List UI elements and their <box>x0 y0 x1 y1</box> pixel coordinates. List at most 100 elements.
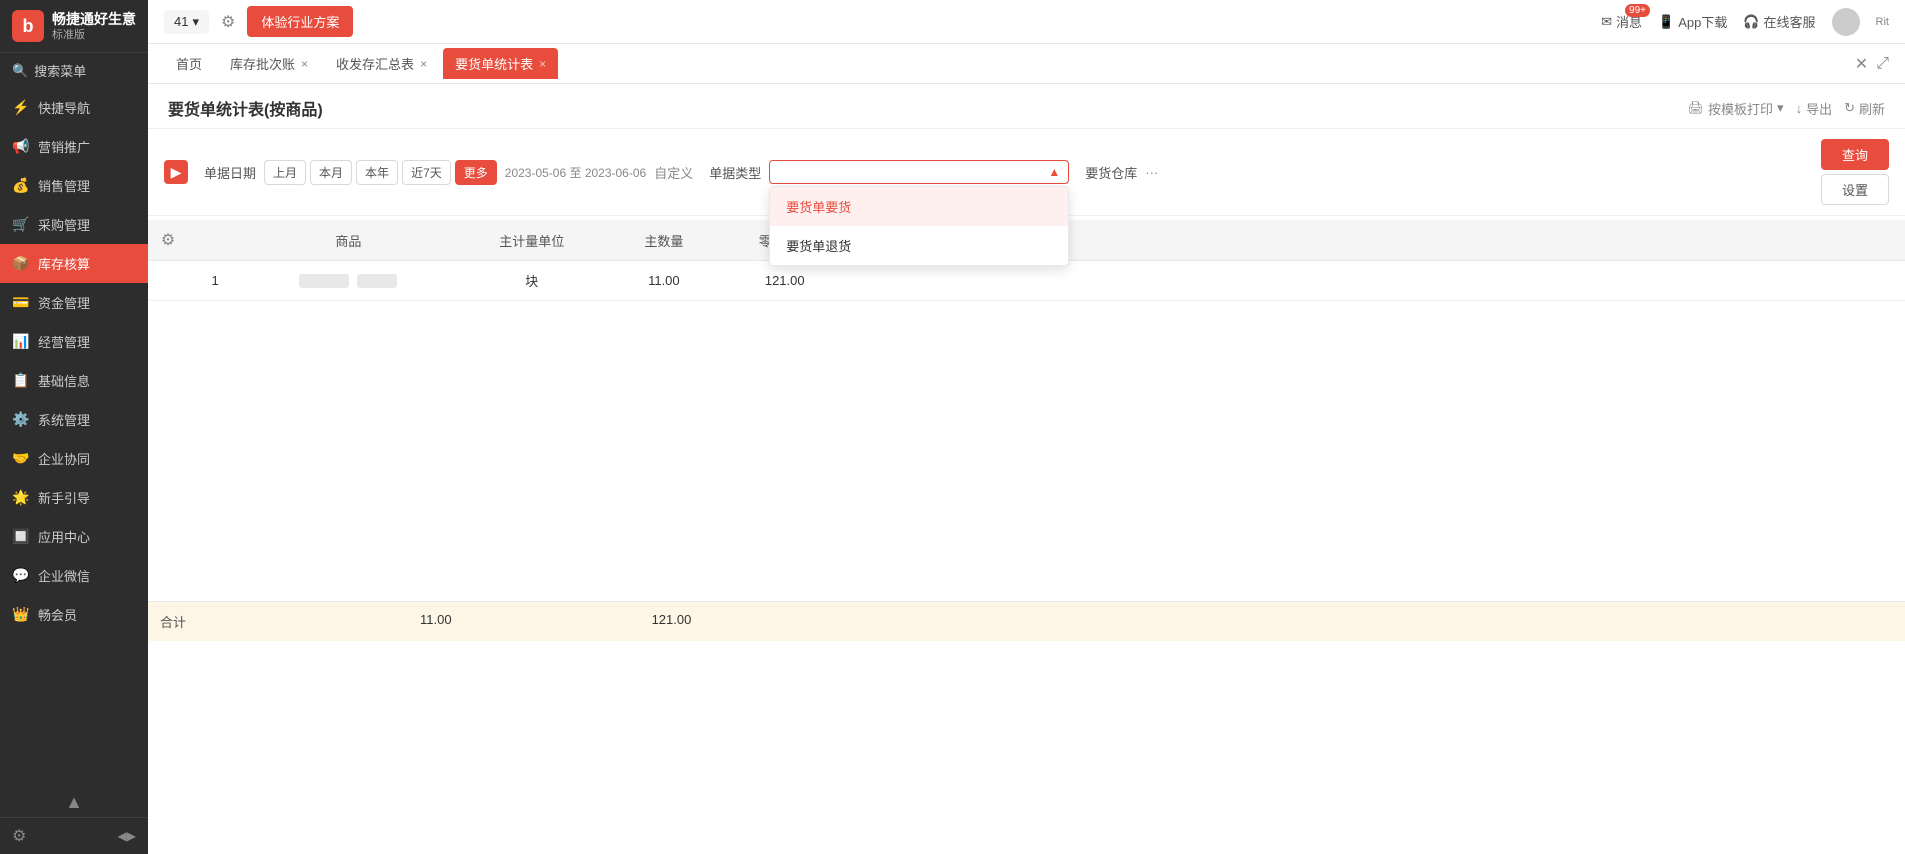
sidebar-item-apps[interactable]: 🔲 应用中心 <box>0 517 148 556</box>
col-quantity: 主数量 <box>609 220 719 261</box>
main-area: 41 ▾ ⚙ 体验行业方案 ✉ 消息 99+ 📱 App下载 🎧 在线客服 <box>148 0 1905 854</box>
type-dropdown[interactable]: ▲ <box>769 160 1069 184</box>
custom-date-label[interactable]: 自定义 <box>654 163 693 182</box>
query-button[interactable]: 查询 <box>1821 139 1889 170</box>
app-download-item[interactable]: 📱 App下载 <box>1658 12 1727 31</box>
sidebar-item-purchase[interactable]: 🛒 采购管理 <box>0 205 148 244</box>
print-chevron: ▾ <box>1777 100 1784 116</box>
row-index-cell: 1 <box>188 261 242 301</box>
tab-inventory-batch[interactable]: 库存批次账× <box>218 48 320 79</box>
nav-icon-collab: 🤝 <box>12 450 30 468</box>
nav-icon-quick-nav: ⚡ <box>12 99 30 117</box>
top-header: 41 ▾ ⚙ 体验行业方案 ✉ 消息 99+ 📱 App下载 🎧 在线客服 <box>148 0 1905 44</box>
expand-toggle-button[interactable]: ▶ <box>164 160 188 184</box>
filter-actions: 查询 设置 <box>1821 139 1889 205</box>
store-selector[interactable]: 41 ▾ <box>164 10 209 34</box>
sidebar-item-wechat[interactable]: 💬 企业微信 <box>0 556 148 595</box>
nav-icon-apps: 🔲 <box>12 528 30 546</box>
tab-close-receivables[interactable]: × <box>420 57 427 71</box>
sidebar-item-vip[interactable]: 👑 畅会员 <box>0 595 148 634</box>
header-settings-icon[interactable]: ⚙ <box>221 12 235 32</box>
header-left: 41 ▾ ⚙ 体验行业方案 <box>164 6 353 37</box>
col-settings: ⚙ <box>148 220 188 261</box>
messages-item[interactable]: ✉ 消息 99+ <box>1601 12 1642 31</box>
sidebar-item-marketing[interactable]: 📢 营销推广 <box>0 127 148 166</box>
page-content: 要货单统计表(按商品) 🖨 按模板打印 ▾ ↓ 导出 ↻ 刷新 <box>148 84 1905 854</box>
sidebar-item-quick-nav[interactable]: ⚡ 快捷导航 <box>0 88 148 127</box>
sidebar-item-collab[interactable]: 🤝 企业协同 <box>0 439 148 478</box>
date-filter-label: 单据日期 <box>204 163 256 182</box>
trial-button[interactable]: 体验行业方案 <box>247 6 353 37</box>
footer-label: 合计 <box>160 612 220 631</box>
tab-home[interactable]: 首页 <box>164 48 214 79</box>
nav-icon-marketing: 📢 <box>12 138 30 156</box>
row-empty-cell <box>851 261 1905 301</box>
print-icon: 🖨 <box>1688 100 1705 116</box>
sidebar-item-guide[interactable]: 🌟 新手引导 <box>0 478 148 517</box>
nav-label-guide: 新手引导 <box>38 488 90 507</box>
nav-label-marketing: 营销推广 <box>38 137 90 156</box>
col-unit: 主计量单位 <box>454 220 609 261</box>
tab-expand-button[interactable]: ⤢ <box>1876 55 1889 73</box>
nav-icon-guide: 🌟 <box>12 489 30 507</box>
online-service-item[interactable]: 🎧 在线客服 <box>1743 12 1815 31</box>
nav-label-vip: 畅会员 <box>38 605 77 624</box>
nav-icon-purchase: 🛒 <box>12 216 30 234</box>
collapse-icon[interactable]: ◀▶ <box>118 829 136 843</box>
sidebar-item-finance[interactable]: 💳 资金管理 <box>0 283 148 322</box>
nav-icon-system: ⚙️ <box>12 411 30 429</box>
warehouse-label: 要货仓库 <box>1085 163 1137 182</box>
date-buttons: 上月 本月 本年 近7天 更多 <box>264 160 497 185</box>
date-btn-7days[interactable]: 近7天 <box>402 160 451 185</box>
table-row: 1 块 11.00 121.00 <box>148 261 1905 301</box>
export-button[interactable]: ↓ 导出 <box>1796 99 1833 118</box>
col-index <box>188 220 242 261</box>
nav-icon-operation: 📊 <box>12 333 30 351</box>
type-filter-section: 单据类型 ▲ 要货单要货 要货单退货 <box>709 160 1069 184</box>
date-btn-this-year[interactable]: 本年 <box>356 160 398 185</box>
export-label: 导出 <box>1806 99 1832 118</box>
print-button[interactable]: 🖨 按模板打印 ▾ <box>1688 99 1784 118</box>
page-inner: 要货单统计表(按商品) 🖨 按模板打印 ▾ ↓ 导出 ↻ 刷新 <box>148 84 1905 854</box>
row-amount-cell: 121.00 <box>719 261 851 301</box>
footer-quantity: 11.00 <box>420 612 452 631</box>
tab-close-all-button[interactable]: ✕ <box>1855 54 1868 74</box>
tab-close-inventory-batch[interactable]: × <box>301 57 308 71</box>
sidebar-item-base[interactable]: 📋 基础信息 <box>0 361 148 400</box>
row-product-cell <box>242 261 454 301</box>
nav-label-purchase: 采购管理 <box>38 215 90 234</box>
warehouse-dots-icon[interactable]: ··· <box>1145 165 1158 180</box>
date-btn-this-month[interactable]: 本月 <box>310 160 352 185</box>
table-settings-icon[interactable]: ⚙ <box>161 232 175 249</box>
page-title-bar: 要货单统计表(按商品) 🖨 按模板打印 ▾ ↓ 导出 ↻ 刷新 <box>148 84 1905 129</box>
sidebar-item-inventory[interactable]: 📦 库存核算 <box>0 244 148 283</box>
tab-receivables[interactable]: 收发存汇总表× <box>324 48 439 79</box>
tab-close-order-stats[interactable]: × <box>539 57 546 71</box>
page-title: 要货单统计表(按商品) <box>168 96 323 120</box>
tab-order-stats[interactable]: 要货单统计表× <box>443 48 558 79</box>
dropdown-item-0[interactable]: 要货单要货 <box>770 187 1068 226</box>
date-range-text: 2023-05-06 至 2023-06-06 <box>505 164 646 181</box>
dropdown-item-1[interactable]: 要货单退货 <box>770 226 1068 265</box>
date-btn-last-month[interactable]: 上月 <box>264 160 306 185</box>
sidebar-search[interactable]: 🔍 搜索菜单 <box>0 53 148 88</box>
table-footer: 合计 11.00 121.00 <box>148 601 1905 641</box>
sidebar-item-operation[interactable]: 📊 经营管理 <box>0 322 148 361</box>
type-dropdown-wrapper: ▲ 要货单要货 要货单退货 <box>769 160 1069 184</box>
search-label: 搜索菜单 <box>34 61 86 80</box>
sidebar-scroll-up[interactable]: ▲ <box>65 792 83 813</box>
sidebar-item-sales[interactable]: 💰 销售管理 <box>0 166 148 205</box>
settings-button[interactable]: 设置 <box>1821 174 1889 205</box>
date-btn-more[interactable]: 更多 <box>455 160 497 185</box>
refresh-button[interactable]: ↻ 刷新 <box>1844 99 1885 118</box>
headset-icon: 🎧 <box>1743 14 1759 30</box>
type-filter-label: 单据类型 <box>709 163 761 182</box>
sidebar-item-system[interactable]: ⚙️ 系统管理 <box>0 400 148 439</box>
nav-icon-base: 📋 <box>12 372 30 390</box>
print-label: 按模板打印 <box>1708 99 1773 118</box>
page-title-actions: 🖨 按模板打印 ▾ ↓ 导出 ↻ 刷新 <box>1688 99 1886 118</box>
tabs-bar: 首页库存批次账×收发存汇总表×要货单统计表× ✕ ⤢ <box>148 44 1905 84</box>
user-avatar[interactable] <box>1832 8 1860 36</box>
settings-icon[interactable]: ⚙ <box>12 826 26 846</box>
col-product: 商品 <box>242 220 454 261</box>
